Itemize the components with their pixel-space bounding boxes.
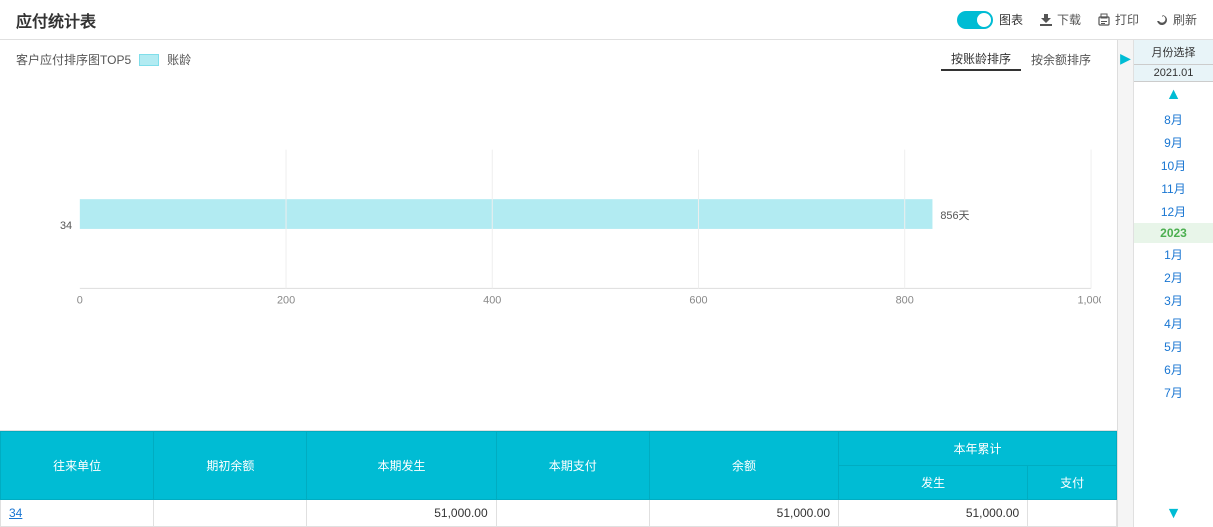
svg-text:1,000: 1,000 xyxy=(1077,294,1101,306)
sidebar-months: 8月 9月 10月 11月 12月 2023 1月 2月 3月 4月 5月 6月… xyxy=(1134,108,1213,501)
legend-text: 客户应付排序图TOP5 xyxy=(16,51,131,68)
th-col1: 往来单位 xyxy=(1,432,154,500)
th-col6-sub1: 发生 xyxy=(839,466,1028,500)
sidebar-header: 月份选择 xyxy=(1134,40,1213,65)
print-label: 打印 xyxy=(1115,11,1139,28)
month-5[interactable]: 5月 xyxy=(1134,335,1213,358)
bar-rect xyxy=(80,199,933,229)
year-2023[interactable]: 2023 xyxy=(1134,223,1213,243)
row-link[interactable]: 34 xyxy=(9,506,22,520)
data-table: 往来单位 期初余额 本期发生 本期支付 余额 本年累计 发生 支付 xyxy=(0,431,1117,527)
month-3[interactable]: 3月 xyxy=(1134,289,1213,312)
download-icon xyxy=(1039,13,1053,27)
header: 应付统计表 图表 下载 打印 刷新 xyxy=(0,0,1213,40)
td-col3: 51,000.00 xyxy=(307,500,496,527)
table-row: 34 51,000.00 51,000.00 51,000.00 xyxy=(1,500,1117,527)
chart-section: 客户应付排序图TOP5 账龄 按账龄排序 按余额排序 34 856天 xyxy=(0,40,1117,527)
chart-header: 客户应付排序图TOP5 账龄 按账龄排序 按余额排序 xyxy=(0,40,1117,79)
month-9[interactable]: 9月 xyxy=(1134,131,1213,154)
month-8[interactable]: 8月 xyxy=(1134,108,1213,131)
download-button[interactable]: 下载 xyxy=(1039,11,1081,28)
sidebar-up-button[interactable]: ▲ xyxy=(1134,82,1213,108)
sort-by-balance-button[interactable]: 按账龄排序 xyxy=(941,48,1021,71)
bar-chart: 34 856天 0 200 400 600 800 1,000 xyxy=(60,79,1101,359)
chart-toggle[interactable] xyxy=(957,11,993,29)
table-section: 往来单位 期初余额 本期发生 本期支付 余额 本年累计 发生 支付 xyxy=(0,430,1117,527)
th-col3: 本期发生 xyxy=(307,432,496,500)
chart-legend: 客户应付排序图TOP5 账龄 xyxy=(16,51,191,68)
refresh-icon xyxy=(1155,13,1169,27)
sidebar-down-button[interactable]: ▼ xyxy=(1134,501,1213,527)
toggle-group: 图表 xyxy=(957,11,1023,29)
month-7[interactable]: 7月 xyxy=(1134,381,1213,404)
table-header-row: 往来单位 期初余额 本期发生 本期支付 余额 本年累计 xyxy=(1,432,1117,466)
refresh-button[interactable]: 刷新 xyxy=(1155,11,1197,28)
header-actions: 图表 下载 打印 刷新 xyxy=(957,11,1197,29)
th-col5: 余额 xyxy=(649,432,838,500)
th-col6-sub2: 支付 xyxy=(1028,466,1117,500)
month-6[interactable]: 6月 xyxy=(1134,358,1213,381)
toggle-label: 图表 xyxy=(999,11,1023,28)
month-1[interactable]: 1月 xyxy=(1134,243,1213,266)
sidebar-current-date: 2021.01 xyxy=(1134,65,1213,82)
th-col4: 本期支付 xyxy=(496,432,649,500)
download-label: 下载 xyxy=(1057,11,1081,28)
month-11[interactable]: 11月 xyxy=(1134,177,1213,200)
y-axis-label: 34 xyxy=(60,220,72,232)
legend-box-label: 账龄 xyxy=(167,51,191,68)
page-title: 应付统计表 xyxy=(16,8,96,32)
month-2[interactable]: 2月 xyxy=(1134,266,1213,289)
td-col4 xyxy=(496,500,649,527)
sidebar-collapse-button[interactable]: ▶ xyxy=(1117,40,1133,527)
print-button[interactable]: 打印 xyxy=(1097,11,1139,28)
svg-text:600: 600 xyxy=(689,294,707,306)
sort-by-amount-button[interactable]: 按余额排序 xyxy=(1021,48,1101,71)
th-col2: 期初余额 xyxy=(154,432,307,500)
app-container: 应付统计表 图表 下载 打印 刷新 xyxy=(0,0,1213,527)
right-sidebar: 月份选择 2021.01 ▲ 8月 9月 10月 11月 12月 2023 1月… xyxy=(1133,40,1213,527)
td-col5: 51,000.00 xyxy=(649,500,838,527)
svg-text:0: 0 xyxy=(77,294,83,306)
print-icon xyxy=(1097,13,1111,27)
td-col2 xyxy=(154,500,307,527)
td-col6-sub2 xyxy=(1028,500,1117,527)
legend-box xyxy=(139,54,159,66)
td-col6-sub1: 51,000.00 xyxy=(839,500,1028,527)
svg-text:200: 200 xyxy=(277,294,295,306)
chart-body: 34 856天 0 200 400 600 800 1,000 xyxy=(0,79,1117,430)
chart-sort-buttons: 按账龄排序 按余额排序 xyxy=(941,48,1101,71)
th-col6-group: 本年累计 xyxy=(839,432,1117,466)
bar-value-label: 856天 xyxy=(940,210,969,222)
month-12[interactable]: 12月 xyxy=(1134,200,1213,223)
month-10[interactable]: 10月 xyxy=(1134,154,1213,177)
td-col1: 34 xyxy=(1,500,154,527)
month-4[interactable]: 4月 xyxy=(1134,312,1213,335)
svg-text:800: 800 xyxy=(896,294,914,306)
svg-text:400: 400 xyxy=(483,294,501,306)
main-content: 客户应付排序图TOP5 账龄 按账龄排序 按余额排序 34 856天 xyxy=(0,40,1213,527)
collapse-arrow-icon: ▶ xyxy=(1120,50,1131,67)
refresh-label: 刷新 xyxy=(1173,11,1197,28)
